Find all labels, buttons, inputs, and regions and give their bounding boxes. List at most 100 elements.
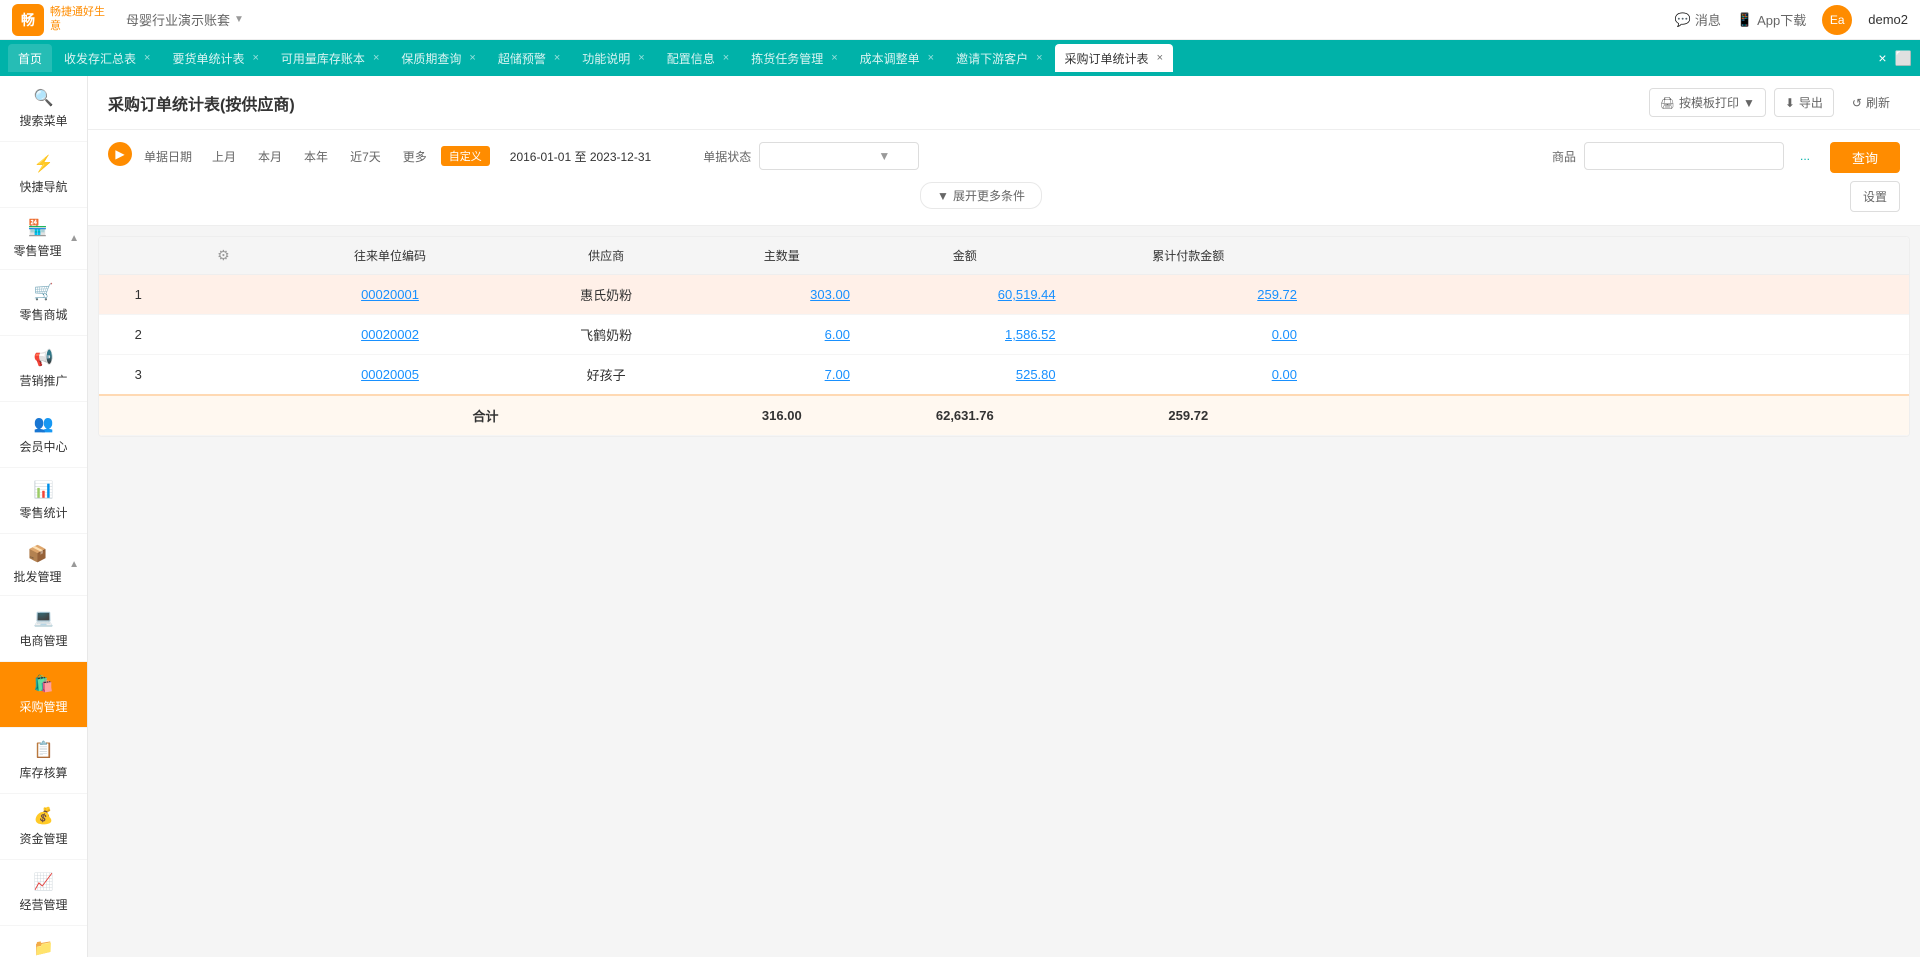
retail-shop-icon: 🛒 — [34, 282, 54, 302]
tab-label-2: 可用量库存账本 — [281, 50, 365, 67]
table-row[interactable]: 3 00020005 好孩子 7.00 525.80 0.00 — [99, 355, 1909, 396]
cell-quantity[interactable]: 303.00 — [702, 275, 862, 315]
tab-0[interactable]: 收发存汇总表 × — [54, 44, 160, 72]
sidebar-item-operations[interactable]: 📈 经营管理 — [0, 860, 87, 926]
export-button[interactable]: ⬇ 导出 — [1774, 88, 1834, 117]
tab-close-10[interactable]: × — [1157, 52, 1163, 64]
cell-paid[interactable]: 0.00 — [1068, 355, 1309, 396]
window-close-icon[interactable]: × — [1878, 50, 1886, 66]
cell-paid[interactable]: 0.00 — [1068, 315, 1309, 355]
tab-3[interactable]: 保质期查询 × — [391, 44, 485, 72]
sidebar-item-quick-nav[interactable]: ⚡ 快捷导航 — [0, 142, 87, 208]
tab-10[interactable]: 采购订单统计表 × — [1055, 44, 1173, 72]
footer-empty2 — [177, 395, 269, 436]
table-container: ⚙ 往来单位编码 供应商 主数量 金额 累计付款金额 1 00020001 — [98, 236, 1910, 437]
tab-close-0[interactable]: × — [144, 52, 150, 64]
tab-close-9[interactable]: × — [1036, 52, 1042, 64]
purchase-icon: 🛍️ — [34, 674, 54, 694]
goods-more-button[interactable]: ... — [1792, 145, 1818, 167]
tab-2[interactable]: 可用量库存账本 × — [271, 44, 389, 72]
finance-icon: 💰 — [34, 806, 54, 826]
sidebar-label-retail-stats: 零售统计 — [19, 504, 67, 521]
app-download-button[interactable]: 📱 App下载 — [1737, 10, 1806, 29]
date-more-button[interactable]: 更多 — [395, 145, 435, 168]
settings-button[interactable]: 设置 — [1850, 181, 1900, 212]
cell-unit-code[interactable]: 00020001 — [269, 275, 510, 315]
table-row[interactable]: 2 00020002 飞鹤奶粉 6.00 1,586.52 0.00 — [99, 315, 1909, 355]
tab-close-4[interactable]: × — [554, 52, 560, 64]
sidebar-item-retail-stats[interactable]: 📊 零售统计 — [0, 468, 87, 534]
tab-4[interactable]: 超储预警 × — [488, 44, 570, 72]
sidebar-item-ecommerce[interactable]: 💻 电商管理 — [0, 596, 87, 662]
tab-8[interactable]: 成本调整单 × — [850, 44, 944, 72]
tab-9[interactable]: 邀请下游客户 × — [946, 44, 1052, 72]
user-avatar[interactable]: Ea — [1822, 5, 1852, 35]
date-this-month-button[interactable]: 本月 — [250, 145, 290, 168]
filter-toggle-button[interactable]: ▶ — [108, 142, 132, 166]
tab-1[interactable]: 要货单统计表 × — [162, 44, 268, 72]
tab-close-6[interactable]: × — [723, 52, 729, 64]
tab-home[interactable]: 首页 — [8, 44, 52, 72]
date-7days-button[interactable]: 近7天 — [342, 145, 389, 168]
date-last-month-button[interactable]: 上月 — [204, 145, 244, 168]
header-row: ⚙ 往来单位编码 供应商 主数量 金额 累计付款金额 — [99, 237, 1909, 275]
cell-unit-code[interactable]: 00020002 — [269, 315, 510, 355]
sidebar-item-inventory[interactable]: 📋 库存核算 — [0, 728, 87, 794]
tab-label-7: 拣货任务管理 — [751, 50, 823, 67]
cell-index: 3 — [99, 355, 177, 396]
data-table: ⚙ 往来单位编码 供应商 主数量 金额 累计付款金额 1 00020001 — [99, 237, 1909, 436]
col-header-unit-code: 往来单位编码 — [269, 237, 510, 275]
sidebar-item-wholesale[interactable]: 📦 批发管理 ▲ — [0, 534, 87, 596]
column-settings-icon[interactable]: ⚙ — [217, 247, 230, 263]
table-row[interactable]: 1 00020001 惠氏奶粉 303.00 60,519.44 259.72 — [99, 275, 1909, 315]
sidebar-item-retail-mgmt[interactable]: 🏪 零售管理 ▲ — [0, 208, 87, 270]
quick-nav-icon: ⚡ — [34, 154, 54, 174]
sidebar-item-search[interactable]: 🔍 搜索菜单 — [0, 76, 87, 142]
message-button[interactable]: 💬 消息 — [1675, 10, 1721, 29]
tab-close-2[interactable]: × — [373, 52, 379, 64]
tab-5[interactable]: 功能说明 × — [572, 44, 654, 72]
tab-label-10: 采购订单统计表 — [1065, 50, 1149, 67]
page-title: 采购订单统计表(按供应商) — [108, 91, 295, 115]
refresh-button[interactable]: ↺ 刷新 — [1842, 89, 1900, 116]
cell-amount[interactable]: 60,519.44 — [862, 275, 1068, 315]
window-maximize-icon[interactable]: ⬜ — [1895, 50, 1912, 67]
filter-status: 单据状态 ▼ — [703, 142, 919, 170]
workspace-selector[interactable]: 母婴行业演示账套 ▼ — [118, 6, 252, 33]
tab-close-8[interactable]: × — [928, 52, 934, 64]
top-bar-left: 畅 畅捷通好生意 母婴行业演示账套 ▼ — [12, 4, 252, 36]
status-select[interactable]: ▼ — [759, 142, 919, 170]
tab-6[interactable]: 配置信息 × — [657, 44, 739, 72]
goods-filter-label: 商品 — [1552, 148, 1576, 165]
tab-close-1[interactable]: × — [252, 52, 258, 64]
tab-close-7[interactable]: × — [831, 52, 837, 64]
cell-supplier: 飞鹤奶粉 — [511, 315, 702, 355]
sidebar-item-member[interactable]: 👥 会员中心 — [0, 402, 87, 468]
tab-close-5[interactable]: × — [638, 52, 644, 64]
filter-dates: 上月 本月 本年 近7天 更多 自定义 — [204, 145, 490, 168]
tab-7[interactable]: 拣货任务管理 × — [741, 44, 847, 72]
cell-paid[interactable]: 259.72 — [1068, 275, 1309, 315]
sidebar-item-finance[interactable]: 💰 资金管理 — [0, 794, 87, 860]
cell-amount[interactable]: 525.80 — [862, 355, 1068, 396]
sidebar-item-purchase[interactable]: 🛍️ 采购管理 — [0, 662, 87, 728]
sidebar-item-marketing[interactable]: 📢 营销推广 — [0, 336, 87, 402]
print-icon: 🖨 — [1660, 96, 1675, 110]
goods-search-input[interactable] — [1584, 142, 1784, 170]
sidebar-item-retail-shop[interactable]: 🛒 零售商城 — [0, 270, 87, 336]
cell-quantity[interactable]: 7.00 — [702, 355, 862, 396]
cell-quantity[interactable]: 6.00 — [702, 315, 862, 355]
expand-more-button[interactable]: ▼ 展开更多条件 — [920, 182, 1042, 209]
inventory-icon: 📋 — [34, 740, 54, 760]
date-this-year-button[interactable]: 本年 — [296, 145, 336, 168]
cell-amount[interactable]: 1,586.52 — [862, 315, 1068, 355]
print-button[interactable]: 🖨 按模板打印 ▼ — [1649, 88, 1766, 117]
tab-close-3[interactable]: × — [469, 52, 475, 64]
more-dots-label: ... — [1800, 149, 1810, 163]
query-button[interactable]: 查询 — [1830, 142, 1900, 173]
cell-unit-code[interactable]: 00020005 — [269, 355, 510, 396]
ecommerce-icon: 💻 — [34, 608, 54, 628]
sidebar-item-basic-info[interactable]: 📁 基础信息 — [0, 926, 87, 957]
cell-supplier: 好孩子 — [511, 355, 702, 396]
nav-tabs: 首页 收发存汇总表 × 要货单统计表 × 可用量库存账本 × 保质期查询 × 超… — [0, 40, 1920, 76]
